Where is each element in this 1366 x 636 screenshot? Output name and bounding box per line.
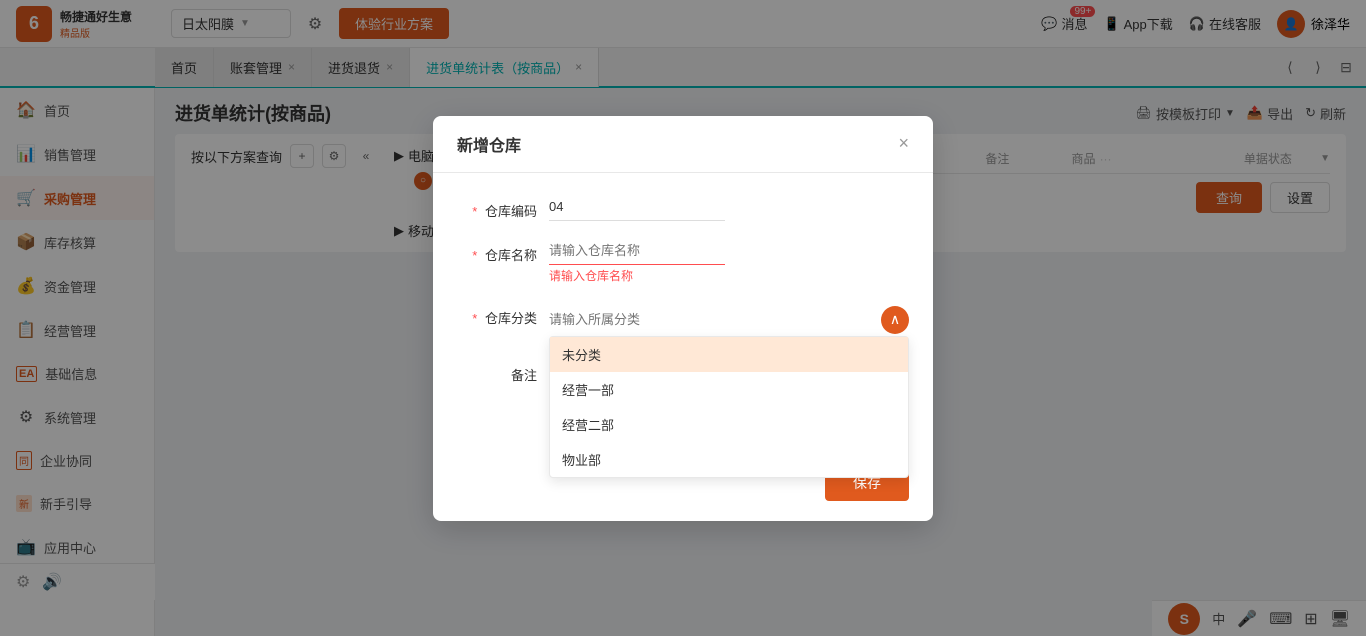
category-toggle-button[interactable]: ∧: [881, 306, 909, 334]
option-property[interactable]: 物业部: [550, 442, 908, 477]
option-dept2[interactable]: 经营二部: [550, 407, 908, 442]
new-warehouse-dialog: 新增仓库 × * 仓库编码 * 仓库名称: [433, 116, 933, 521]
category-label-text: 仓库分类: [485, 311, 537, 326]
code-required-mark: *: [472, 204, 477, 219]
code-label: * 仓库编码: [457, 193, 537, 220]
name-field-wrap: 请输入仓库名称: [549, 237, 909, 284]
name-required-mark: *: [472, 248, 477, 263]
category-required-mark: *: [472, 311, 477, 326]
category-dropdown-list: 未分类 经营一部 经营二部 物业部: [549, 336, 909, 478]
dialog-body: * 仓库编码 * 仓库名称 请输入仓库名称: [433, 173, 933, 453]
form-row-code: * 仓库编码: [457, 193, 909, 221]
category-field-wrap: ∧ 未分类 经营一部 经营二部 物业部: [549, 300, 909, 341]
dialog-close-button[interactable]: ×: [898, 133, 909, 154]
remark-label-text: 备注: [511, 368, 537, 383]
name-label-text: 仓库名称: [485, 248, 537, 263]
dialog-header: 新增仓库 ×: [433, 116, 933, 173]
option-dept1[interactable]: 经营一部: [550, 372, 908, 407]
form-row-category: * 仓库分类 ∧ 未分类 经营一部 经营二部 物业部: [457, 300, 909, 341]
category-dropdown[interactable]: ∧: [549, 300, 909, 341]
remark-label: 备注: [457, 357, 537, 384]
code-input[interactable]: [549, 193, 725, 221]
name-label: * 仓库名称: [457, 237, 537, 264]
category-input[interactable]: [549, 312, 881, 327]
option-unclassified[interactable]: 未分类: [550, 337, 908, 372]
name-input[interactable]: [549, 237, 725, 265]
category-label: * 仓库分类: [457, 300, 537, 327]
form-row-name: * 仓库名称 请输入仓库名称: [457, 237, 909, 284]
dialog-title: 新增仓库: [457, 132, 521, 156]
code-label-text: 仓库编码: [485, 204, 537, 219]
modal-overlay[interactable]: 新增仓库 × * 仓库编码 * 仓库名称: [0, 0, 1366, 636]
name-error-msg: 请输入仓库名称: [549, 267, 909, 284]
code-field-wrap: [549, 193, 909, 221]
